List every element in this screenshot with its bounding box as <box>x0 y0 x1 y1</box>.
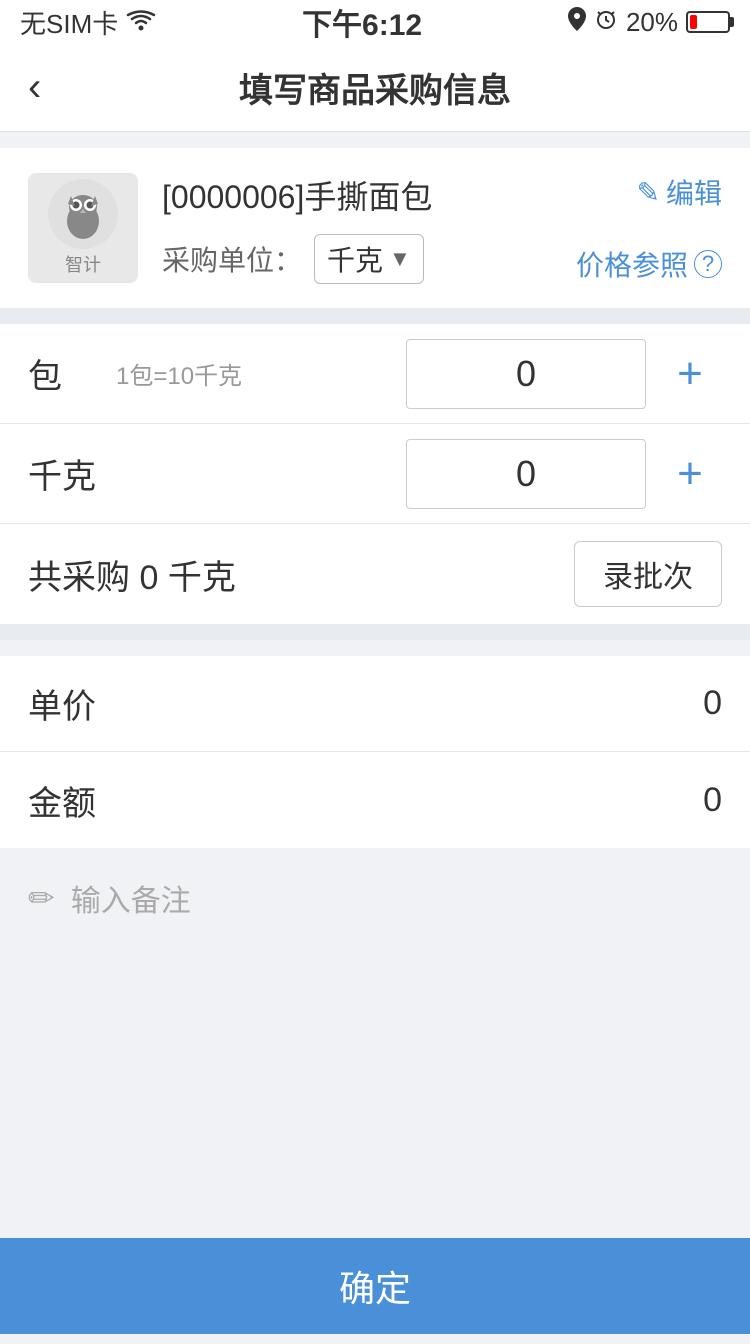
status-bar: 无SIM卡 下午6:12 20% <box>0 0 750 44</box>
divider-1 <box>0 308 750 324</box>
kg-value: 0 <box>516 453 536 495</box>
quantity-row-kg: 千克 0 + <box>0 424 750 524</box>
price-ref-label: 价格参照 <box>576 244 688 284</box>
plus-icon: + <box>677 349 703 399</box>
kg-plus-button[interactable]: + <box>658 442 722 506</box>
amount-label: 金额 <box>28 776 96 825</box>
total-row: 共采购 0 千克 录批次 <box>0 524 750 624</box>
batch-label: 录批次 <box>603 561 693 594</box>
unit-value: 千克 <box>327 239 383 279</box>
unit-label: 采购单位： <box>162 239 302 279</box>
kg-input-area: 0 + <box>108 439 722 509</box>
price-reference-button[interactable]: 价格参照 ? <box>576 244 722 284</box>
carrier-label: 无SIM卡 <box>20 4 118 41</box>
total-unit: 千克 <box>168 559 236 597</box>
quantity-row-pack: 包 1包=10千克 0 + <box>0 324 750 424</box>
status-bar-time: 下午6:12 <box>302 0 422 44</box>
kg-quantity-input[interactable]: 0 <box>406 439 646 509</box>
battery-icon <box>686 11 730 33</box>
price-section: 单价 0 金额 0 <box>0 656 750 848</box>
alarm-icon <box>594 7 618 38</box>
pencil-icon: ✏ <box>28 879 55 917</box>
batch-button[interactable]: 录批次 <box>574 541 722 607</box>
divider-2 <box>0 624 750 640</box>
main-content: ‹ 填写商品采购信息 <box>0 44 750 1344</box>
product-image-inner: 智计 <box>48 179 118 277</box>
pack-quantity-input[interactable]: 0 <box>406 339 646 409</box>
location-icon <box>568 7 586 38</box>
unit-price-value: 0 <box>703 684 722 723</box>
status-bar-right: 20% <box>568 7 730 38</box>
pack-plus-button[interactable]: + <box>658 342 722 406</box>
total-amount: 0 <box>139 559 158 597</box>
unit-price-label: 单价 <box>28 679 96 728</box>
chevron-down-icon: ▼ <box>389 246 411 272</box>
wifi-icon <box>126 7 156 38</box>
help-icon: ? <box>694 250 722 278</box>
product-image: 智计 <box>28 173 138 283</box>
amount-value: 0 <box>703 781 722 820</box>
quantity-section: 包 1包=10千克 0 + 千克 0 + <box>0 324 750 524</box>
unit-price-row: 单价 0 <box>0 656 750 752</box>
pack-value: 0 <box>516 353 536 395</box>
pack-input-area: 0 + <box>242 339 722 409</box>
plus-icon-kg: + <box>677 449 703 499</box>
edit-icon: ✎ <box>637 176 660 209</box>
back-icon: ‹ <box>28 65 41 109</box>
page-title: 填写商品采购信息 <box>239 63 511 112</box>
total-label: 共采购 0 千克 <box>28 550 236 599</box>
unit-select[interactable]: 千克 ▼ <box>314 234 424 284</box>
back-button[interactable]: ‹ <box>28 65 41 110</box>
pack-sublabel: 1包=10千克 <box>116 356 242 391</box>
nav-bar: ‹ 填写商品采购信息 <box>0 44 750 132</box>
product-brand: 智计 <box>65 251 101 277</box>
edit-label: 编辑 <box>666 172 722 212</box>
note-section[interactable]: ✏ 输入备注 <box>0 848 750 948</box>
kg-label: 千克 <box>28 449 108 498</box>
edit-button[interactable]: ✎ 编辑 <box>637 172 722 212</box>
pack-label: 包 <box>28 349 108 398</box>
confirm-button[interactable]: 确定 <box>0 1238 750 1334</box>
battery-percent: 20% <box>626 7 678 38</box>
status-bar-left: 无SIM卡 <box>20 4 156 41</box>
confirm-label: 确定 <box>339 1260 411 1312</box>
content-area <box>0 948 750 1248</box>
amount-row: 金额 0 <box>0 752 750 848</box>
product-section: 智计 [0000006]手撕面包 采购单位： 千克 ▼ ✎ 编辑 价格参照 ? <box>0 148 750 308</box>
note-placeholder: 输入备注 <box>71 876 191 920</box>
